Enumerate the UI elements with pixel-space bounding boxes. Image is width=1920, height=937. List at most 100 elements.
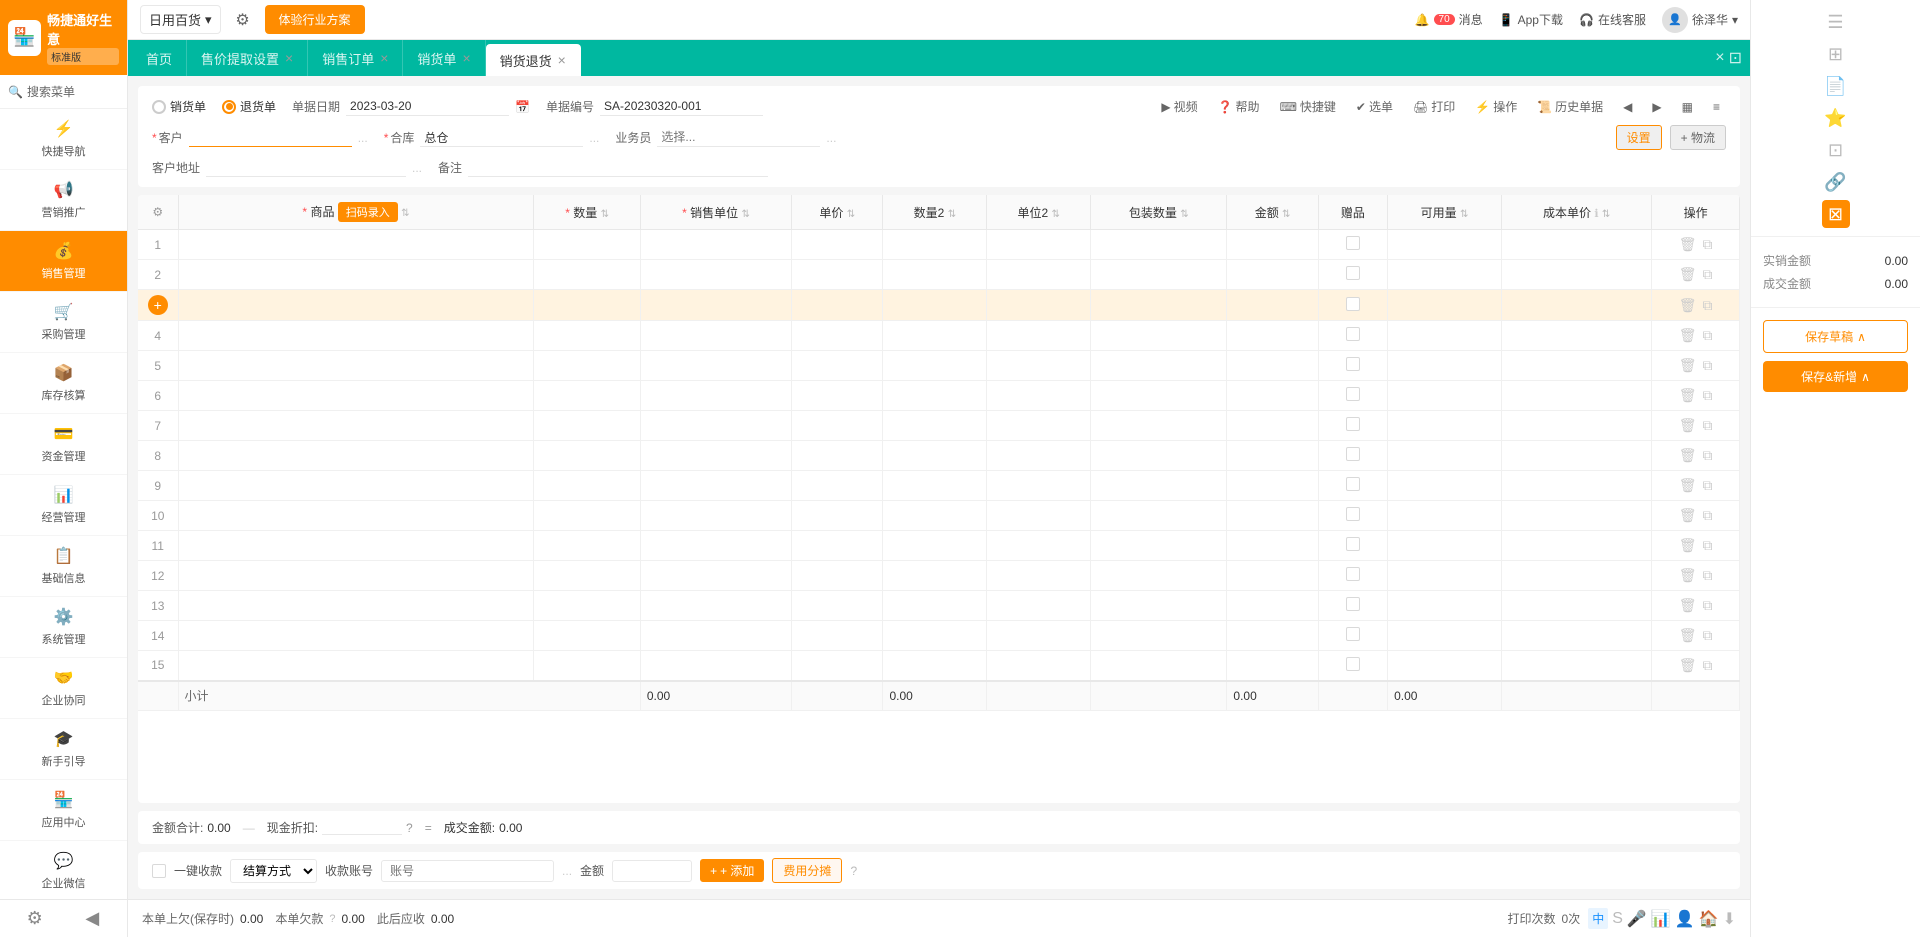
payment-amount-input[interactable] — [612, 860, 692, 882]
tabs-close-all-btn[interactable]: × — [1715, 49, 1724, 67]
tab-price[interactable]: 售价提取设置 × — [187, 40, 308, 76]
print-btn[interactable]: 🖨 打印 — [1407, 96, 1461, 117]
gift-checkbox[interactable] — [1346, 447, 1360, 461]
copy-icon[interactable]: ⧉ — [1703, 387, 1713, 404]
row-unit2[interactable] — [987, 260, 1091, 290]
th-cost-sort[interactable]: ⇅ — [1602, 209, 1610, 220]
copy-icon[interactable]: ⧉ — [1703, 417, 1713, 434]
toolbar-icon-user[interactable]: 👤 — [1675, 909, 1695, 929]
row-pack-qty[interactable] — [1091, 290, 1227, 321]
gift-checkbox[interactable] — [1346, 507, 1360, 521]
warehouse-input[interactable] — [420, 128, 583, 147]
th-available-sort[interactable]: ⇅ — [1460, 209, 1468, 220]
copy-icon[interactable]: ⧉ — [1703, 567, 1713, 584]
copy-icon[interactable]: ⧉ — [1703, 627, 1713, 644]
row-unit2[interactable] — [987, 290, 1091, 321]
address-input[interactable] — [206, 158, 406, 177]
row-amount[interactable] — [1227, 290, 1318, 321]
row-amount[interactable] — [1227, 260, 1318, 290]
tab-home[interactable]: 首页 — [132, 40, 187, 76]
save-new-btn[interactable]: 保存&新增 ∧ — [1763, 361, 1908, 392]
right-icon-5[interactable]: ⊡ — [1822, 136, 1850, 164]
toolbar-icon-home[interactable]: 🏠 — [1699, 909, 1719, 929]
copy-icon[interactable]: ⧉ — [1703, 327, 1713, 344]
row-amount[interactable] — [1227, 230, 1318, 260]
help-calc-icon[interactable]: ? — [406, 821, 413, 835]
th-price-sort[interactable]: ⇅ — [847, 209, 855, 220]
warehouse-dots[interactable]: ... — [589, 131, 599, 145]
copy-icon[interactable]: ⧉ — [1703, 657, 1713, 674]
staff-input[interactable] — [657, 128, 820, 147]
tab-sales[interactable]: 销货单 × — [403, 40, 485, 76]
toolbar-icon-down[interactable]: ⬇ — [1723, 909, 1736, 929]
th-amount-sort[interactable]: ⇅ — [1282, 209, 1290, 220]
row-price[interactable] — [792, 230, 883, 260]
row-product[interactable] — [178, 290, 534, 321]
copy-icon[interactable]: ⧉ — [1703, 597, 1713, 614]
note-input[interactable] — [468, 158, 768, 177]
delete-icon[interactable]: 🗑 — [1679, 657, 1697, 674]
delete-icon[interactable]: 🗑 — [1679, 387, 1697, 404]
gift-checkbox[interactable] — [1346, 387, 1360, 401]
row-product[interactable] — [178, 230, 534, 260]
copy-icon[interactable]: ⧉ — [1703, 266, 1713, 283]
row-pack-qty[interactable] — [1091, 260, 1227, 290]
payment-method-select[interactable]: 结算方式 — [230, 859, 317, 883]
row-unit[interactable] — [640, 290, 791, 321]
sidebar-item-operations[interactable]: 📊 经营管理 — [0, 475, 127, 536]
right-icon-3[interactable]: 📄 — [1822, 72, 1850, 100]
toolbar-icon-zh[interactable]: 中 — [1588, 908, 1608, 929]
debt-help-icon[interactable]: ? — [329, 913, 335, 925]
sidebar-item-system[interactable]: ⚙️ 系统管理 — [0, 597, 127, 658]
prev-btn[interactable]: ◀ — [1617, 98, 1638, 116]
search-menu[interactable]: 🔍 搜索菜单 — [0, 75, 127, 109]
right-icon-7[interactable]: ⊠ — [1822, 200, 1850, 228]
th-product-sort[interactable]: ⇅ — [401, 208, 409, 219]
right-icon-4[interactable]: ⭐ — [1822, 104, 1850, 132]
grid-view-btn[interactable]: ▦ — [1676, 98, 1699, 116]
product-input-active[interactable] — [185, 298, 528, 313]
row-pack-qty[interactable] — [1091, 230, 1227, 260]
row-qty2[interactable] — [883, 230, 987, 260]
account-dots[interactable]: ... — [562, 864, 572, 878]
sidebar-item-basic[interactable]: 📋 基础信息 — [0, 536, 127, 597]
gift-checkbox[interactable] — [1346, 477, 1360, 491]
trial-btn[interactable]: 体验行业方案 — [265, 5, 365, 34]
row-product[interactable] — [178, 260, 534, 290]
topbar-settings-btn[interactable]: ⚙ — [229, 6, 257, 34]
online-service-btn[interactable]: 🎧 在线客服 — [1579, 11, 1646, 28]
payment-help-icon[interactable]: ? — [850, 864, 857, 878]
gift-checkbox[interactable] — [1346, 357, 1360, 371]
row-price[interactable] — [792, 260, 883, 290]
copy-icon[interactable]: ⧉ — [1703, 537, 1713, 554]
row-gift[interactable] — [1318, 230, 1387, 260]
row-gift[interactable] — [1318, 290, 1387, 321]
gift-checkbox[interactable] — [1346, 657, 1360, 671]
toolbar-icon-chart[interactable]: 📊 — [1651, 909, 1671, 929]
sidebar-collapse-btn[interactable]: ◀ — [66, 908, 120, 929]
row-unit[interactable] — [640, 230, 791, 260]
sidebar-item-enterprise[interactable]: 🤝 企业协同 — [0, 658, 127, 719]
help-btn[interactable]: ❓ 帮助 — [1212, 96, 1266, 117]
discount-input[interactable] — [322, 820, 402, 835]
select-btn[interactable]: ✔ 选单 — [1350, 96, 1399, 117]
delete-icon[interactable]: 🗑 — [1679, 567, 1697, 584]
row-qty2[interactable] — [883, 290, 987, 321]
gift-checkbox[interactable] — [1346, 537, 1360, 551]
gift-checkbox[interactable] — [1346, 297, 1360, 311]
sidebar-item-appstore[interactable]: 🏪 应用中心 — [0, 780, 127, 841]
sidebar-settings-btn[interactable]: ⚙ — [8, 908, 62, 929]
copy-icon[interactable]: ⧉ — [1703, 447, 1713, 464]
copy-icon[interactable]: ⧉ — [1703, 236, 1713, 253]
delete-icon[interactable]: 🗑 — [1679, 507, 1697, 524]
tab-price-close[interactable]: × — [285, 51, 293, 65]
add-payment-btn[interactable]: + + 添加 — [700, 859, 764, 882]
toolbar-icon-mic[interactable]: 🎤 — [1627, 909, 1647, 929]
delete-icon[interactable]: 🗑 — [1679, 477, 1697, 494]
right-icon-2[interactable]: ⊞ — [1822, 40, 1850, 68]
shortcut-btn[interactable]: ⌨ 快捷键 — [1274, 96, 1342, 117]
row-cost-price[interactable] — [1501, 230, 1651, 260]
staff-dots[interactable]: ... — [826, 131, 836, 145]
list-view-btn[interactable]: ≡ — [1707, 98, 1726, 116]
gift-checkbox[interactable] — [1346, 266, 1360, 280]
